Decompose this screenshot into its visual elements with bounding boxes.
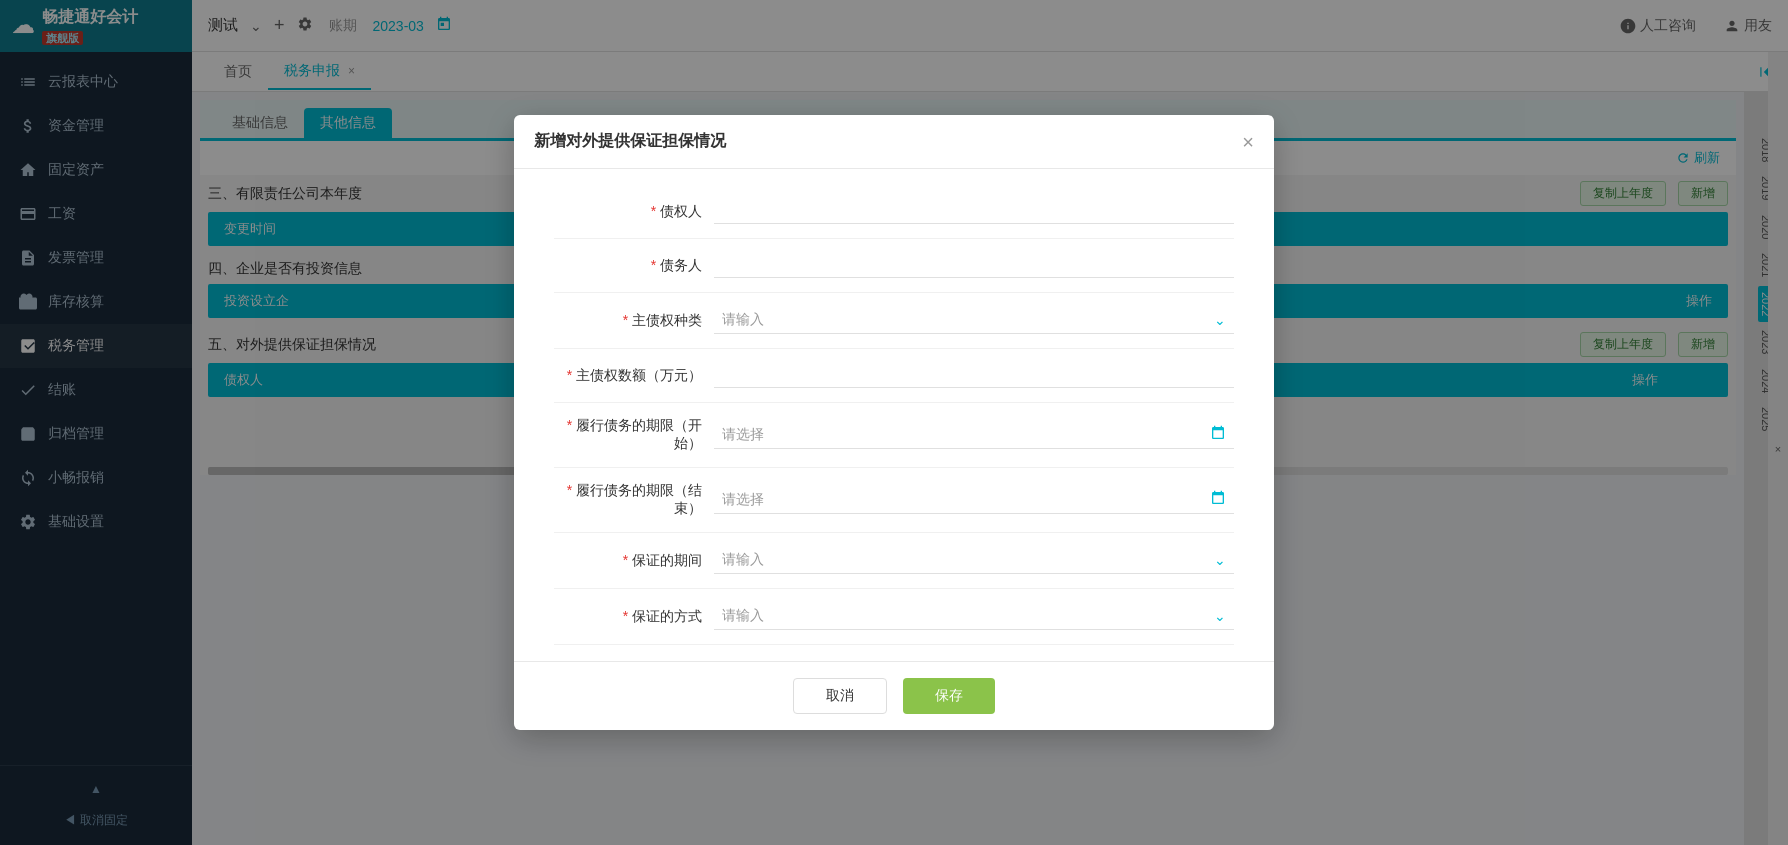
modal-header: 新增对外提供保证担保情况 × xyxy=(514,115,1274,169)
form-row-guarantee-method: * 保证的方式 请输入 ⌄ xyxy=(554,589,1234,645)
modal-title: 新增对外提供保证担保情况 xyxy=(534,131,726,152)
form-row-period-end: * 履行债务的期限（结束） 请选择 xyxy=(554,468,1234,533)
date-start-icon xyxy=(1210,425,1226,444)
label-period-start: * 履行债务的期限（开始） xyxy=(554,417,714,453)
label-guarantee-period: * 保证的期间 xyxy=(554,552,714,570)
select-guarantee-period[interactable]: 请输入 ⌄ xyxy=(714,547,1234,574)
guarantee-period-chevron-icon: ⌄ xyxy=(1214,552,1226,568)
label-claim-type: * 主债权种类 xyxy=(554,312,714,330)
guarantee-method-chevron-icon: ⌄ xyxy=(1214,608,1226,624)
form-row-period-start: * 履行债务的期限（开始） 请选择 xyxy=(554,403,1234,468)
form-row-guarantee-period: * 保证的期间 请输入 ⌄ xyxy=(554,533,1234,589)
label-debtor: * 债务人 xyxy=(554,257,714,275)
label-claim-amount: * 主债权数额（万元） xyxy=(554,367,714,385)
label-guarantee-method: * 保证的方式 xyxy=(554,608,714,626)
modal-overlay: 新增对外提供保证担保情况 × * 债权人 * 债务人 xyxy=(0,0,1788,845)
date-period-end[interactable]: 请选择 xyxy=(714,486,1234,514)
label-period-end: * 履行债务的期限（结束） xyxy=(554,482,714,518)
period-end-placeholder: 请选择 xyxy=(722,491,764,509)
date-end-icon xyxy=(1210,490,1226,509)
form-row-debtor: * 债务人 xyxy=(554,239,1234,293)
modal-footer: 取消 保存 xyxy=(514,661,1274,730)
input-creditor[interactable] xyxy=(714,199,1234,224)
select-claim-type[interactable]: 请输入 ⌄ xyxy=(714,307,1234,334)
guarantee-period-placeholder: 请输入 xyxy=(722,551,764,569)
guarantee-method-placeholder: 请输入 xyxy=(722,607,764,625)
modal-body: * 债权人 * 债务人 * 主债权种类 请输入 xyxy=(514,169,1274,661)
claim-type-placeholder: 请输入 xyxy=(722,311,764,329)
input-debtor[interactable] xyxy=(714,253,1234,278)
label-creditor: * 债权人 xyxy=(554,203,714,221)
modal-close-btn[interactable]: × xyxy=(1242,132,1254,152)
form-row-claim-amount: * 主债权数额（万元） xyxy=(554,349,1234,403)
modal-dialog: 新增对外提供保证担保情况 × * 债权人 * 债务人 xyxy=(514,115,1274,730)
cancel-button[interactable]: 取消 xyxy=(793,678,887,714)
form-row-creditor: * 债权人 xyxy=(554,185,1234,239)
claim-type-chevron-icon: ⌄ xyxy=(1214,312,1226,328)
input-claim-amount[interactable] xyxy=(714,363,1234,388)
period-start-placeholder: 请选择 xyxy=(722,426,764,444)
form-row-claim-type: * 主债权种类 请输入 ⌄ xyxy=(554,293,1234,349)
date-period-start[interactable]: 请选择 xyxy=(714,421,1234,449)
save-button[interactable]: 保存 xyxy=(903,678,995,714)
select-guarantee-method[interactable]: 请输入 ⌄ xyxy=(714,603,1234,630)
